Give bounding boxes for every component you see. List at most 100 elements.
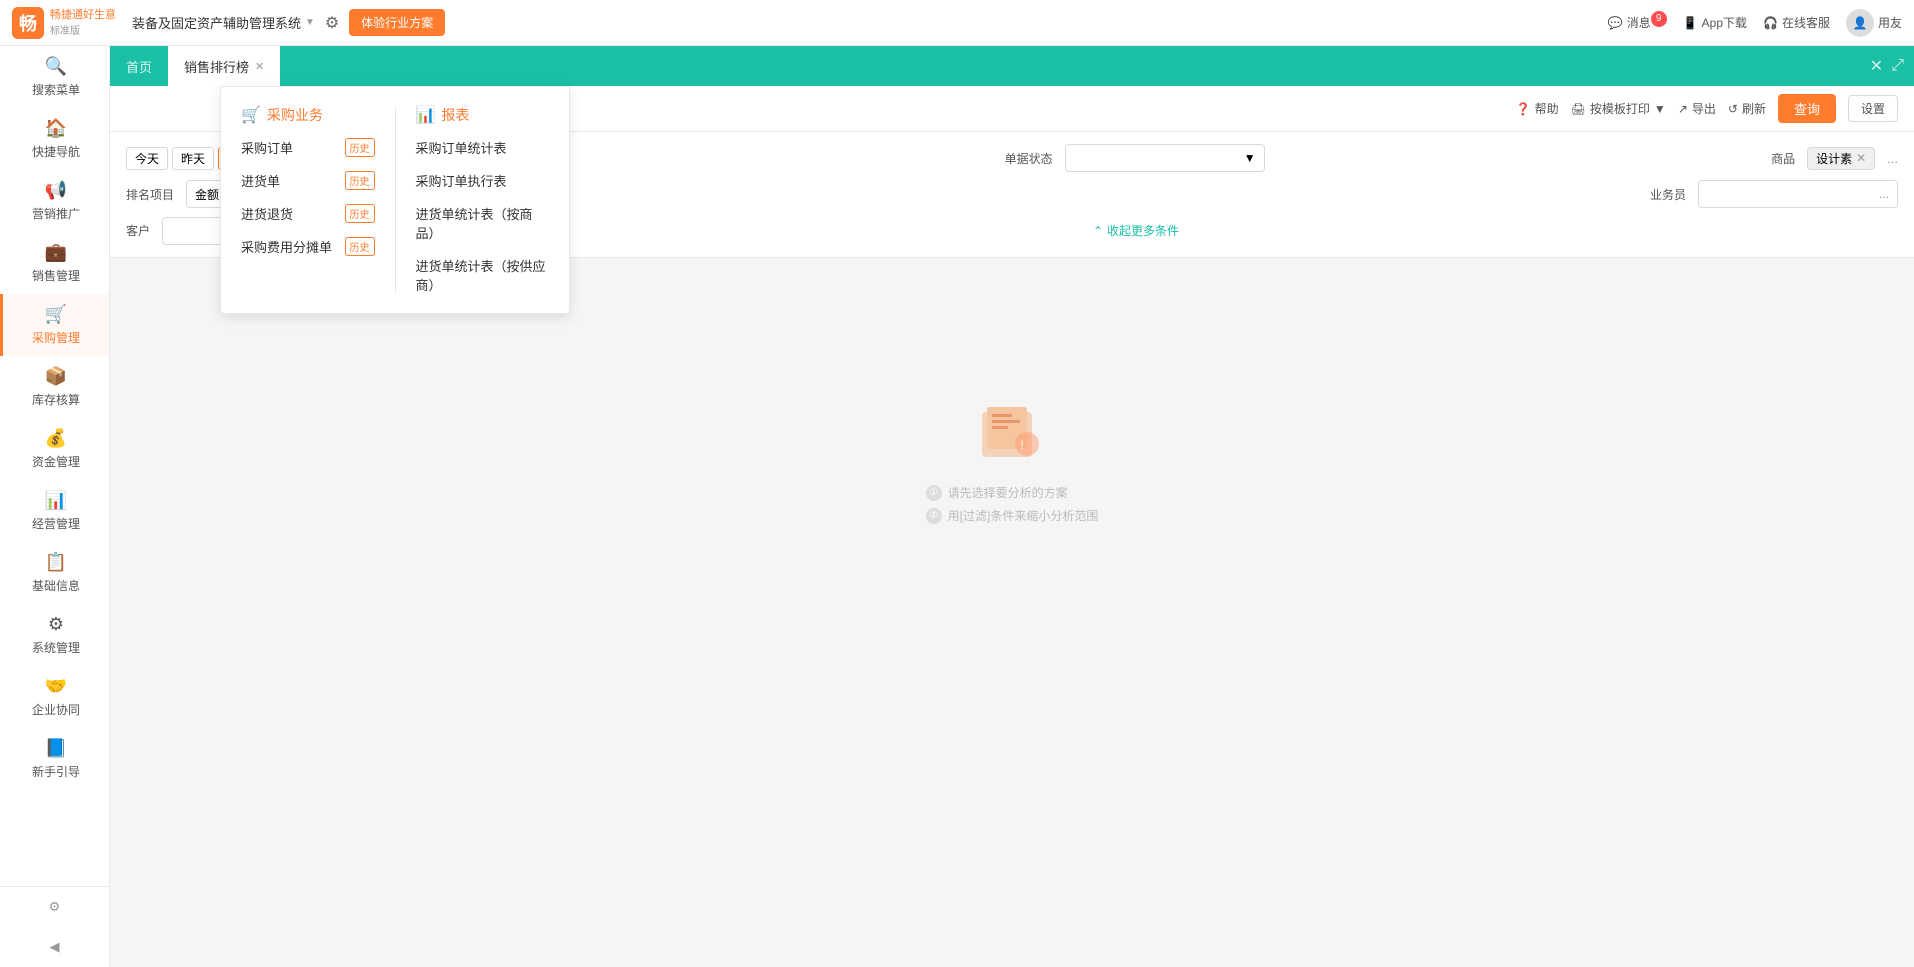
sidebar-item-system[interactable]: ⚙ 系统管理 (0, 604, 109, 666)
goods-tag-value: 设计素 (1816, 150, 1852, 167)
system-dropdown[interactable]: 装备及固定资产辅助管理系统 ▼ (132, 13, 315, 32)
tab-actions: ✕ ⤢ (1860, 56, 1914, 76)
logo-text: 畅捷通好生意 (50, 8, 116, 22)
settings-icon[interactable]: ⚙ (325, 13, 339, 33)
tab-close-button[interactable]: ✕ (1870, 56, 1883, 76)
dropdown-item-purchase-order-exec[interactable]: 采购订单执行表 (408, 164, 558, 197)
dropdown-item-goods-receipt[interactable]: 进货单 历史 (233, 164, 383, 197)
dropdown-arrow-icon: ▼ (305, 17, 315, 28)
sidebar-item-enterprise[interactable]: 🤝 企业协同 (0, 666, 109, 728)
purchase-icon: 🛒 (45, 304, 67, 325)
sidebar-bottom: ⚙ ◀ (0, 886, 109, 967)
operations-icon: 📊 (45, 490, 67, 511)
rank-item-value: 金额 (195, 186, 219, 203)
empty-step-2: ② 用[过滤]条件来缩小分析范围 (926, 507, 1099, 524)
logo-area: 畅 畅捷通好生意 标准版 (12, 7, 122, 39)
message-label: 消息 (1627, 14, 1651, 31)
tab-sales-rank[interactable]: 销售排行榜 ✕ (168, 46, 280, 86)
tab-home[interactable]: 首页 (110, 46, 168, 86)
mobile-icon: 📱 (1683, 16, 1698, 30)
content-area: 首页 销售排行榜 ✕ ✕ ⤢ ❓ 帮助 🖨 按模板打印 (110, 46, 1914, 967)
refresh-label: 刷新 (1742, 100, 1766, 117)
goods-receipt-label: 进货单 (241, 171, 280, 190)
system-icon: ⚙ (48, 614, 64, 635)
collapse-button[interactable]: ⌃ 收起更多条件 (1087, 216, 1185, 245)
sidebar-item-basic-info[interactable]: 📋 基础信息 (0, 542, 109, 604)
dropdown-item-purchase-order[interactable]: 采购订单 历史 (233, 131, 383, 164)
sidebar-label-basic-info: 基础信息 (32, 577, 80, 594)
enterprise-icon: 🤝 (45, 676, 67, 697)
sidebar-label-quick-nav: 快捷导航 (32, 143, 80, 160)
goods-stats-by-product-label: 进货单统计表（按商品） (416, 204, 550, 242)
sidebar-item-guide[interactable]: 📘 新手引导 (0, 728, 109, 790)
app-download-item[interactable]: 📱 App下载 (1683, 14, 1747, 31)
tab-expand-button[interactable]: ⤢ (1891, 57, 1904, 75)
sidebar-item-operations[interactable]: 📊 经营管理 (0, 480, 109, 542)
goods-tag-close[interactable]: ✕ (1856, 151, 1866, 165)
sidebar-label-guide: 新手引导 (32, 763, 80, 780)
dropdown-item-purchase-order-stats[interactable]: 采购订单统计表 (408, 131, 558, 164)
export-button[interactable]: ↗ 导出 (1678, 100, 1716, 117)
message-nav-item[interactable]: 💬 消息 9 (1608, 14, 1667, 31)
sidebar-item-purchase[interactable]: 🛒 采购管理 (0, 294, 109, 356)
sidebar-label-operations: 经营管理 (32, 515, 80, 532)
logo-icon: 畅 (12, 7, 44, 39)
goods-label: 商品 (1771, 150, 1795, 167)
sidebar-item-quick-nav[interactable]: 🏠 快捷导航 (0, 108, 109, 170)
salesman-select[interactable]: ... (1698, 180, 1898, 208)
query-button[interactable]: 查询 (1778, 94, 1836, 123)
date-btn-today[interactable]: 今天 (126, 147, 168, 170)
help-button[interactable]: ❓ 帮助 (1516, 100, 1559, 117)
empty-steps: ① 请先选择要分析的方案 ② 用[过滤]条件来缩小分析范围 (926, 484, 1099, 524)
empty-step-2-text: 用[过滤]条件来缩小分析范围 (948, 507, 1099, 524)
guide-icon: 📘 (45, 738, 67, 759)
dropdown-item-purchase-expense[interactable]: 采购费用分摊单 历史 (233, 230, 383, 263)
export-label: 导出 (1692, 100, 1716, 117)
purchase-expense-label: 采购费用分摊单 (241, 237, 332, 256)
industry-button[interactable]: 体验行业方案 (349, 9, 445, 36)
sidebar-item-capital[interactable]: 💰 资金管理 (0, 418, 109, 480)
purchase-order-history-badge: 历史 (345, 138, 375, 157)
purchase-dropdown-menu: 🛒 采购业务 采购订单 历史 进货单 历史 进货退货 历史 (220, 86, 570, 314)
sidebar-label-system: 系统管理 (32, 639, 80, 656)
message-badge: 9 (1651, 11, 1667, 27)
sidebar-label-marketing: 营销推广 (32, 205, 80, 222)
goods-ellipsis[interactable]: ... (1887, 151, 1898, 166)
empty-step-1: ① 请先选择要分析的方案 (926, 484, 1099, 501)
sidebar-label-sales: 销售管理 (32, 267, 80, 284)
sidebar-collapse-button[interactable]: ◀ (0, 927, 109, 967)
goods-receipt-history-badge: 历史 (345, 171, 375, 190)
sidebar-item-sales[interactable]: 💼 销售管理 (0, 232, 109, 294)
goods-stats-by-supplier-label: 进货单统计表（按供应商） (416, 256, 550, 294)
sidebar-bottom-settings[interactable]: ⚙ (0, 887, 109, 927)
online-service-item[interactable]: 🎧 在线客服 (1763, 14, 1830, 31)
dropdown-item-goods-stats-by-supplier[interactable]: 进货单统计表（按供应商） (408, 249, 558, 301)
dropdown-item-goods-stats-by-product[interactable]: 进货单统计表（按商品） (408, 197, 558, 249)
sidebar-item-search[interactable]: 🔍 搜索菜单 (0, 46, 109, 108)
user-item[interactable]: 👤 用友 (1846, 9, 1902, 37)
purchase-expense-history-badge: 历史 (345, 237, 375, 256)
goods-return-label: 进货退货 (241, 204, 293, 223)
dropdown-item-goods-return[interactable]: 进货退货 历史 (233, 197, 383, 230)
date-btn-yesterday[interactable]: 昨天 (172, 147, 214, 170)
sidebar: 🔍 搜索菜单 🏠 快捷导航 📢 营销推广 💼 销售管理 🛒 采购管理 📦 库存核… (0, 46, 110, 967)
sidebar-item-inventory[interactable]: 📦 库存核算 (0, 356, 109, 418)
user-avatar: 👤 (1846, 9, 1874, 37)
doc-status-label: 单据状态 (1005, 150, 1053, 167)
goods-return-history-badge: 历史 (345, 204, 375, 223)
report-section-title: 📊 报表 (408, 99, 558, 131)
doc-status-select[interactable]: ▼ (1065, 144, 1265, 172)
doc-status-arrow: ▼ (1244, 151, 1256, 165)
refresh-button[interactable]: ↺ 刷新 (1728, 100, 1766, 117)
export-icon: ↗ (1678, 102, 1688, 116)
system-title: 装备及固定资产辅助管理系统 (132, 13, 301, 32)
salesman-ellipsis: ... (1879, 187, 1889, 201)
settings-button[interactable]: 设置 (1848, 95, 1898, 122)
tab-close-icon[interactable]: ✕ (255, 60, 264, 73)
top-nav-left: 畅 畅捷通好生意 标准版 装备及固定资产辅助管理系统 ▼ ⚙ 体验行业方案 (12, 7, 445, 39)
logo-text-area: 畅捷通好生意 标准版 (50, 8, 116, 37)
headset-icon: 🎧 (1763, 16, 1778, 30)
print-button[interactable]: 🖨 按模板打印 ▼ (1571, 100, 1666, 117)
empty-illustration: ! (962, 392, 1062, 472)
sidebar-item-marketing[interactable]: 📢 营销推广 (0, 170, 109, 232)
